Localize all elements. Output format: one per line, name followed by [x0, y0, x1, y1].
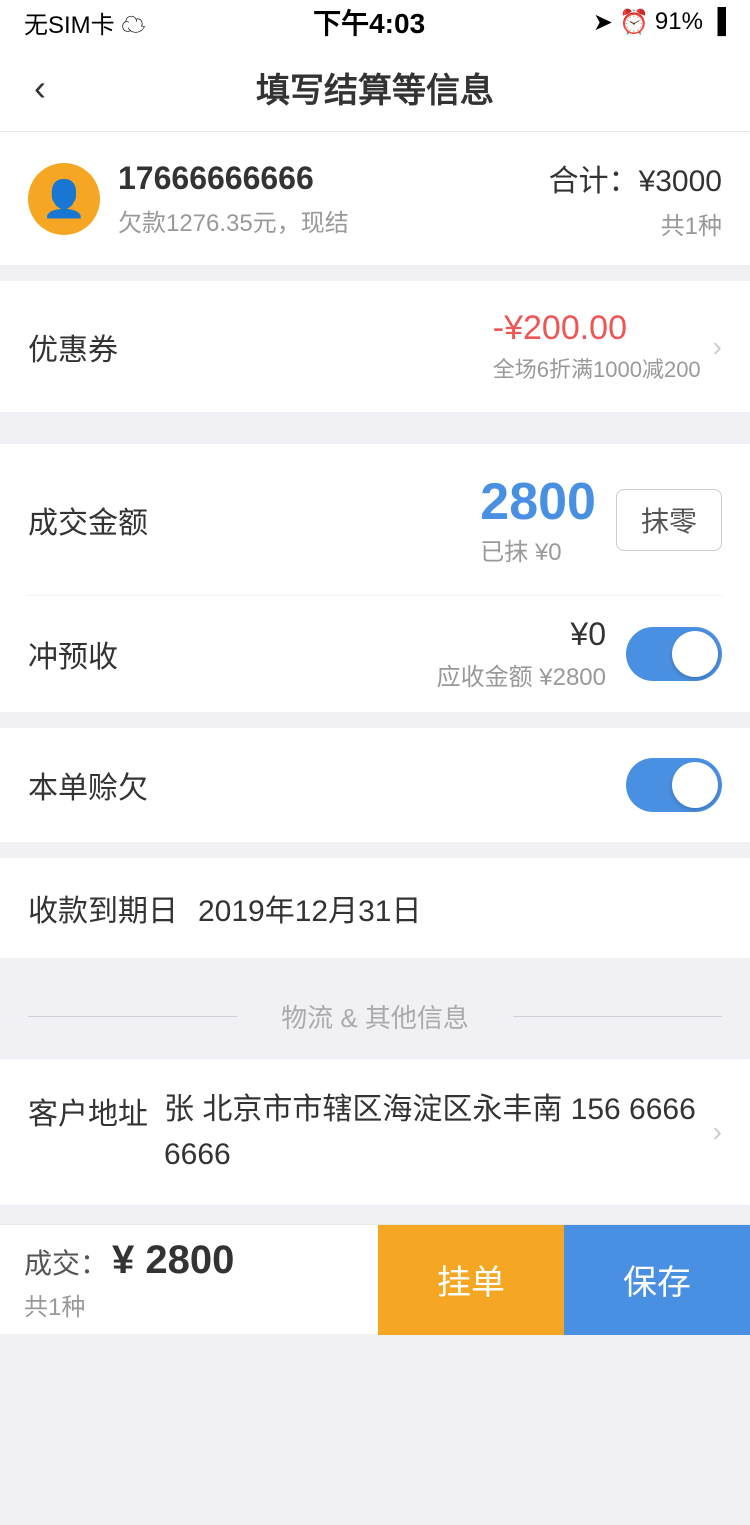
due-row: 收款到期日 2019年12月31日 [28, 886, 722, 930]
due-section: 收款到期日 2019年12月31日 [0, 858, 750, 958]
due-label: 收款到期日 [28, 886, 178, 930]
logistics-line-right [513, 1016, 722, 1017]
amount-right: 2800 已抹 ¥0 抹零 [480, 472, 722, 567]
chong-right: ¥0 应收金额 ¥2800 [437, 616, 722, 692]
location-icon: ➤ [593, 8, 613, 37]
debt-row: 本单赊欠 [28, 728, 722, 842]
chong-row: 冲预收 ¥0 应收金额 ¥2800 [28, 596, 722, 712]
section-divider-3 [0, 842, 750, 858]
customer-info: 17666666666 欠款1276.35元，现结 [118, 160, 349, 238]
total-label: 合计： [549, 165, 639, 198]
total-value: 合计：¥3000 [549, 156, 722, 200]
chong-amount-block: ¥0 应收金额 ¥2800 [437, 616, 606, 692]
chong-sub: 应收金额 ¥2800 [437, 657, 606, 692]
save-button[interactable]: 保存 [564, 1225, 750, 1335]
total-count: 共1种 [549, 206, 722, 241]
hang-button[interactable]: 挂单 [378, 1225, 564, 1335]
address-row: 客户地址 张 北京市市辖区海淀区永丰南 156 6666 6666 › [28, 1087, 722, 1177]
address-chevron-icon: › [713, 1116, 722, 1148]
no-sim-text: 无SIM卡 ☁ [24, 5, 145, 40]
logistics-text: 物流 & 其他信息 [281, 998, 469, 1035]
amount-label: 成交金额 [28, 498, 148, 542]
coupon-desc: 全场6折满1000减200 [493, 352, 701, 384]
customer-sub: 欠款1276.35元，现结 [118, 203, 349, 238]
address-label: 客户地址 [28, 1087, 148, 1133]
address-section[interactable]: 客户地址 张 北京市市辖区海淀区永丰南 156 6666 6666 › [0, 1059, 750, 1205]
status-left: 无SIM卡 ☁ [24, 5, 145, 40]
chong-toggle[interactable] [626, 627, 722, 681]
nav-bar: ‹ 填写结算等信息 [0, 44, 750, 132]
amount-value-block: 2800 已抹 ¥0 [480, 472, 596, 567]
status-bar: 无SIM卡 ☁ 下午4:03 ➤ ⏰ 91% ▐ [0, 0, 750, 44]
debt-section: 本单赊欠 [0, 728, 750, 842]
battery-icon: ▐ [709, 8, 726, 36]
already-erased: 已抹 ¥0 [480, 532, 596, 567]
section-divider-4 [0, 958, 750, 974]
coupon-discount: -¥200.00 [493, 309, 701, 348]
back-button[interactable]: ‹ [24, 57, 56, 119]
amount-section: 成交金额 2800 已抹 ¥0 抹零 冲预收 ¥0 应收金额 ¥2800 [0, 444, 750, 712]
bottom-deal-amount: ¥ 2800 [112, 1238, 234, 1283]
page-title: 填写结算等信息 [256, 63, 494, 112]
address-value: 张 北京市市辖区海淀区永丰南 156 6666 6666 [164, 1087, 697, 1177]
status-time: 下午4:03 [313, 2, 425, 42]
bottom-count: 共1种 [24, 1287, 354, 1322]
customer-total: 合计：¥3000 共1种 [549, 156, 722, 241]
total-amount: ¥3000 [639, 165, 722, 198]
debt-label: 本单赊欠 [28, 763, 148, 807]
coupon-right: -¥200.00 全场6折满1000减200 › [493, 309, 722, 384]
battery-text: 91% [655, 8, 703, 36]
chong-amount: ¥0 [437, 616, 606, 653]
customer-left: 👤 17666666666 欠款1276.35元，现结 [28, 160, 349, 238]
status-right: ➤ ⏰ 91% ▐ [593, 8, 726, 37]
customer-card: 👤 17666666666 欠款1276.35元，现结 合计：¥3000 共1种 [0, 132, 750, 265]
coupon-chevron-icon: › [713, 331, 722, 363]
chong-label: 冲预收 [28, 632, 118, 676]
logistics-divider: 物流 & 其他信息 [0, 974, 750, 1059]
bottom-summary: 成交： ¥ 2800 共1种 [0, 1238, 378, 1322]
customer-phone: 17666666666 [118, 160, 349, 197]
coupon-row[interactable]: 优惠券 -¥200.00 全场6折满1000减200 › [0, 281, 750, 412]
alarm-icon: ⏰ [619, 8, 649, 37]
bottom-deal-line: 成交： ¥ 2800 [24, 1238, 354, 1283]
bottom-deal-label: 成交： [24, 1242, 108, 1282]
avatar: 👤 [28, 163, 100, 235]
section-divider-1 [0, 428, 750, 444]
amount-value: 2800 [480, 472, 596, 532]
coupon-info: -¥200.00 全场6折满1000减200 [493, 309, 701, 384]
logistics-line-left [28, 1016, 237, 1017]
erase-button[interactable]: 抹零 [616, 489, 722, 551]
amount-row: 成交金额 2800 已抹 ¥0 抹零 [28, 444, 722, 596]
section-divider-2 [0, 712, 750, 728]
coupon-label: 优惠券 [28, 325, 118, 369]
due-value: 2019年12月31日 [198, 886, 421, 930]
bottom-bar: 成交： ¥ 2800 共1种 挂单 保存 [0, 1224, 750, 1334]
debt-toggle[interactable] [626, 758, 722, 812]
